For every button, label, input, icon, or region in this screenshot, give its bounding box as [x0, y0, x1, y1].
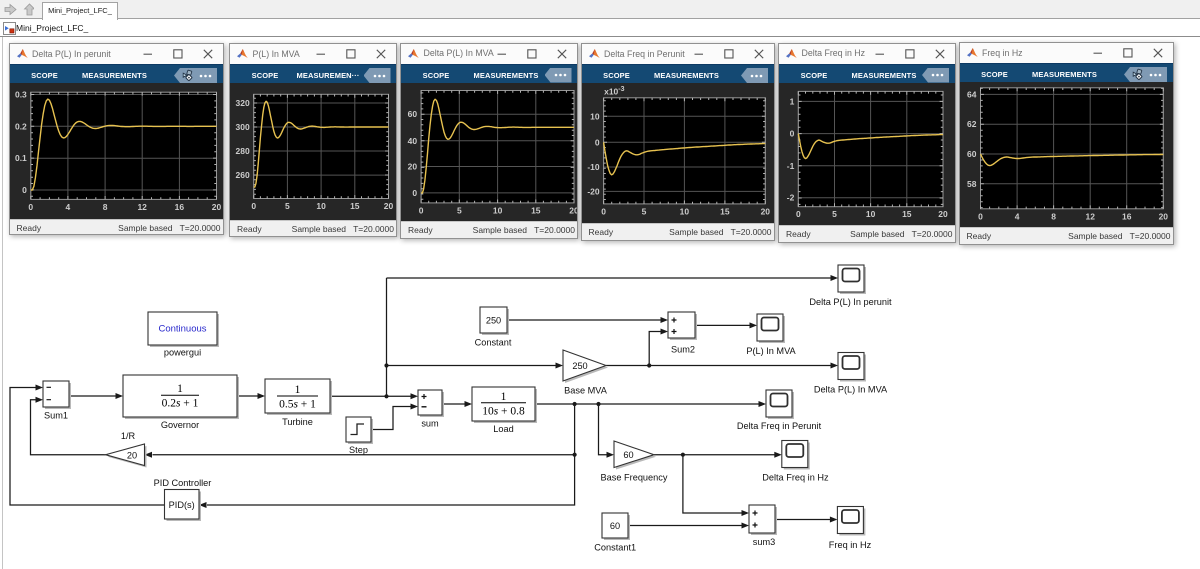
svg-text:x10-3: x10-3 — [604, 86, 624, 96]
svg-text:0.5s + 1: 0.5s + 1 — [279, 399, 316, 411]
svg-text:-20: -20 — [587, 186, 600, 196]
svg-text:0: 0 — [28, 202, 33, 212]
svg-text:Step: Step — [349, 445, 368, 455]
svg-text:15: 15 — [902, 209, 912, 219]
svg-text:Load: Load — [493, 424, 513, 434]
svg-text:250: 250 — [572, 361, 587, 371]
svg-text:10: 10 — [493, 205, 503, 215]
svg-text:4: 4 — [1014, 211, 1019, 221]
svg-text:Constant1: Constant1 — [594, 543, 636, 553]
svg-text:20: 20 — [938, 209, 948, 219]
svg-text:1: 1 — [501, 391, 507, 403]
svg-text:10: 10 — [679, 206, 689, 216]
svg-text:12: 12 — [1085, 211, 1095, 221]
svg-text:15: 15 — [531, 205, 541, 215]
svg-text:20: 20 — [760, 206, 770, 216]
svg-text:12: 12 — [137, 202, 147, 212]
svg-text:5: 5 — [641, 206, 646, 216]
svg-text:20: 20 — [408, 161, 418, 171]
svg-text:Sum2: Sum2 — [671, 345, 695, 355]
svg-text:58: 58 — [967, 179, 977, 189]
svg-text:4: 4 — [65, 202, 70, 212]
svg-text:sum3: sum3 — [753, 537, 775, 547]
svg-text:0: 0 — [419, 205, 424, 215]
svg-text:powergui: powergui — [164, 348, 201, 358]
svg-text:1/R: 1/R — [121, 431, 136, 441]
svg-text:0: 0 — [412, 187, 417, 197]
svg-text:-1: -1 — [787, 160, 795, 170]
svg-text:-10: -10 — [587, 162, 600, 172]
svg-text:Delta Freq in Hz: Delta Freq in Hz — [762, 473, 829, 483]
svg-text:40: 40 — [408, 135, 418, 145]
svg-text:0.3: 0.3 — [14, 90, 26, 100]
svg-text:20: 20 — [384, 201, 394, 211]
svg-text:1: 1 — [790, 96, 795, 106]
svg-text:10: 10 — [866, 209, 876, 219]
svg-text:1: 1 — [177, 383, 183, 395]
svg-text:0: 0 — [796, 209, 801, 219]
svg-text:64: 64 — [967, 89, 977, 99]
svg-text:8: 8 — [102, 202, 107, 212]
svg-text:10: 10 — [590, 111, 600, 121]
svg-text:62: 62 — [967, 119, 977, 129]
svg-text:Governor: Governor — [161, 420, 199, 430]
svg-text:Continuous: Continuous — [158, 324, 206, 335]
svg-text:20: 20 — [569, 205, 577, 215]
svg-text:60: 60 — [623, 450, 633, 460]
svg-text:Delta Freq in Perunit: Delta Freq in Perunit — [737, 421, 822, 431]
svg-text:5: 5 — [285, 201, 290, 211]
svg-text:-2: -2 — [787, 192, 795, 202]
svg-text:Base MVA: Base MVA — [564, 386, 608, 396]
svg-text:0: 0 — [22, 185, 27, 195]
svg-text:10s + 0.8: 10s + 0.8 — [482, 405, 525, 417]
svg-text:P(L) In MVA: P(L) In MVA — [746, 346, 796, 356]
svg-text:0: 0 — [790, 128, 795, 138]
svg-text:320: 320 — [236, 98, 250, 108]
svg-text:20: 20 — [1158, 211, 1168, 221]
svg-text:300: 300 — [236, 122, 250, 132]
svg-text:PID(s): PID(s) — [169, 500, 195, 510]
svg-text:Freq in Hz: Freq in Hz — [829, 540, 872, 550]
svg-text:20: 20 — [211, 202, 221, 212]
svg-text:Sum1: Sum1 — [44, 411, 68, 421]
svg-text:0: 0 — [251, 201, 256, 211]
svg-text:8: 8 — [1051, 211, 1056, 221]
svg-text:0.2: 0.2 — [14, 121, 26, 131]
svg-text:Turbine: Turbine — [282, 417, 313, 427]
svg-text:16: 16 — [174, 202, 184, 212]
svg-text:0: 0 — [594, 137, 599, 147]
svg-text:Delta P(L) In MVA: Delta P(L) In MVA — [814, 385, 888, 395]
svg-text:20: 20 — [127, 451, 137, 461]
svg-text:15: 15 — [720, 206, 730, 216]
svg-text:260: 260 — [236, 170, 250, 180]
svg-text:250: 250 — [486, 316, 501, 326]
svg-text:15: 15 — [350, 201, 360, 211]
svg-text:60: 60 — [610, 521, 620, 531]
svg-text:Base Frequency: Base Frequency — [601, 473, 668, 483]
svg-text:0.1: 0.1 — [14, 153, 26, 163]
svg-text:0: 0 — [601, 206, 606, 216]
svg-text:PID Controller: PID Controller — [154, 478, 212, 488]
svg-text:5: 5 — [457, 205, 462, 215]
svg-text:Constant: Constant — [475, 338, 512, 348]
svg-text:60: 60 — [408, 109, 418, 119]
svg-text:10: 10 — [316, 201, 326, 211]
svg-text:1: 1 — [295, 384, 301, 396]
svg-text:sum: sum — [421, 419, 439, 429]
svg-text:60: 60 — [967, 149, 977, 159]
svg-text:0: 0 — [978, 211, 983, 221]
svg-text:5: 5 — [832, 209, 837, 219]
svg-text:Delta P(L) In perunit: Delta P(L) In perunit — [809, 297, 892, 307]
svg-text:16: 16 — [1121, 211, 1131, 221]
svg-text:280: 280 — [236, 146, 250, 156]
svg-text:0.2s + 1: 0.2s + 1 — [162, 398, 199, 410]
